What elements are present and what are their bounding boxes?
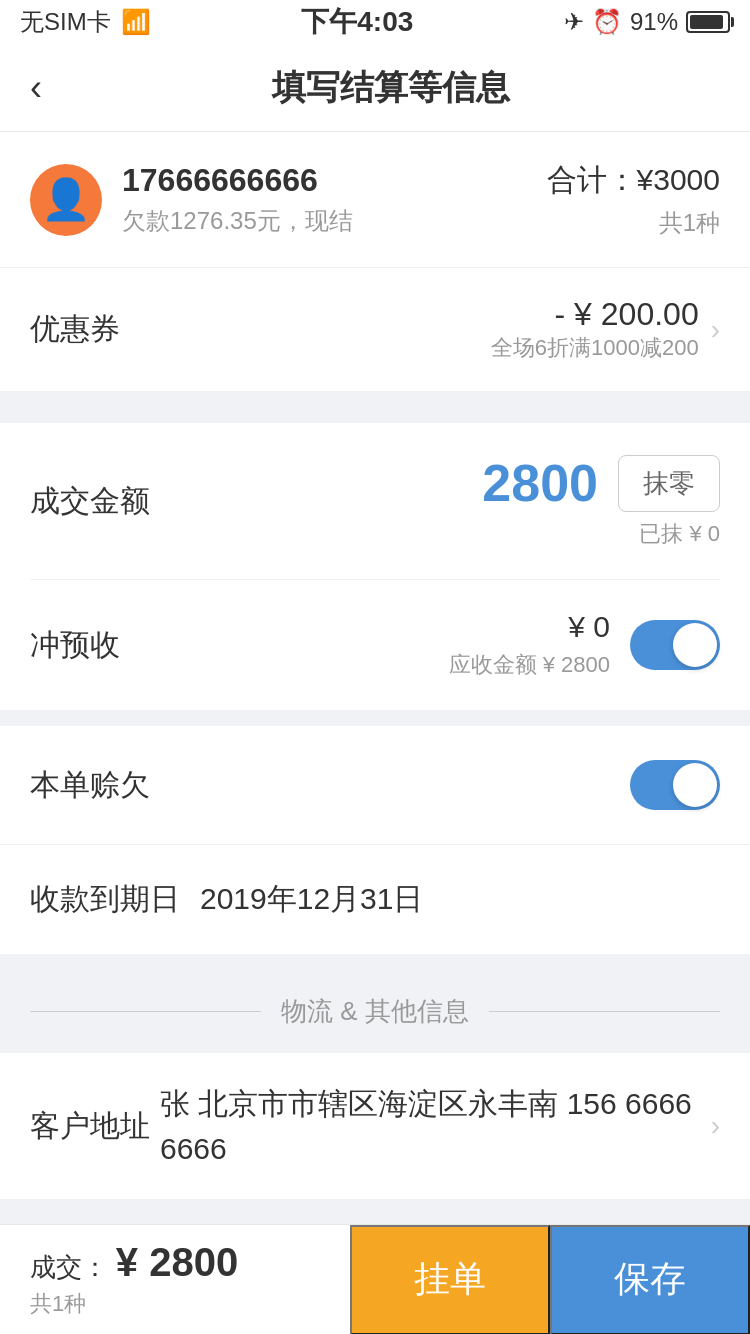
address-value: 张 北京市市辖区海淀区永丰南 156 6666 6666 — [160, 1081, 711, 1171]
coupon-label: 优惠券 — [30, 309, 120, 350]
deal-amount-label: 成交金额 — [30, 481, 150, 522]
battery-label: 91% — [630, 8, 678, 36]
location-icon: ✈ — [564, 8, 584, 36]
amount-section: 成交金额 2800 抹零 已抹 ¥ 0 冲预收 ¥ 0 应收金额 ¥ 2800 — [0, 423, 750, 710]
avatar: 👤 — [30, 164, 102, 236]
customer-debt: 欠款1276.35元，现结 — [122, 205, 547, 237]
prepay-sub: 应收金额 ¥ 2800 — [449, 650, 610, 680]
bottom-deal-label: 成交： — [30, 1252, 108, 1282]
address-row[interactable]: 客户地址 张 北京市市辖区海淀区永丰南 156 6666 6666 › — [0, 1053, 750, 1199]
debt-label: 本单赊欠 — [30, 765, 150, 806]
prepay-row: 冲预收 ¥ 0 应收金额 ¥ 2800 — [30, 580, 720, 710]
coupon-detail: 全场6折满1000减200 — [491, 333, 699, 363]
status-right: ✈ ⏰ 91% — [564, 8, 730, 36]
duedate-value: 2019年12月31日 — [200, 879, 423, 920]
debt-toggle-knob — [673, 763, 717, 807]
prepay-label: 冲预收 — [30, 625, 120, 666]
chevron-right-icon: › — [711, 314, 720, 346]
toggle-knob — [673, 623, 717, 667]
bottom-summary: 成交： ¥ 2800 共1种 — [0, 1240, 350, 1319]
logistics-divider: 物流 & 其他信息 — [0, 970, 750, 1053]
section-divider-2 — [0, 710, 750, 726]
debt-toggle[interactable] — [630, 760, 720, 810]
customer-section: 👤 17666666666 欠款1276.35元，现结 合计：¥3000 共1种… — [0, 132, 750, 391]
avatar-icon: 👤 — [41, 176, 91, 223]
nav-bar: ‹ 填写结算等信息 — [0, 44, 750, 132]
battery-icon — [686, 11, 730, 33]
address-label: 客户地址 — [30, 1106, 160, 1147]
back-button[interactable]: ‹ — [30, 67, 42, 109]
bottom-deal-line: 成交： ¥ 2800 — [30, 1240, 320, 1285]
logistics-divider-text: 物流 & 其他信息 — [281, 994, 469, 1029]
duedate-label: 收款到期日 — [30, 879, 180, 920]
carrier-label: 无SIM卡 — [20, 6, 111, 38]
bottom-amount: ¥ 2800 — [116, 1240, 238, 1284]
customer-row: 👤 17666666666 欠款1276.35元，现结 合计：¥3000 共1种 — [0, 132, 750, 267]
bottom-bar: 成交： ¥ 2800 共1种 挂单 保存 — [0, 1224, 750, 1334]
customer-info: 17666666666 欠款1276.35元，现结 — [122, 162, 547, 237]
prepay-amount: ¥ 0 — [449, 610, 610, 644]
customer-total: 合计：¥3000 共1种 — [547, 160, 720, 239]
customer-phone: 17666666666 — [122, 162, 547, 199]
prepay-amount-block: ¥ 0 应收金额 ¥ 2800 — [449, 610, 610, 680]
section-divider-1 — [0, 407, 750, 423]
debt-row: 本单赊欠 — [0, 726, 750, 844]
coupon-right: - ¥ 200.00 全场6折满1000减200 › — [491, 296, 720, 363]
coupon-row[interactable]: 优惠券 - ¥ 200.00 全场6折满1000减200 › — [0, 267, 750, 391]
divider-line-left — [30, 1011, 261, 1012]
duedate-row: 收款到期日 2019年12月31日 — [0, 844, 750, 954]
hang-sale-button[interactable]: 挂单 — [350, 1225, 550, 1335]
erased-sub: 已抹 ¥ 0 — [639, 519, 720, 549]
wifi-icon: 📶 — [121, 8, 151, 36]
divider-line-right — [489, 1011, 720, 1012]
address-chevron-icon: › — [711, 1110, 720, 1142]
status-bar: 无SIM卡 📶 下午4:03 ✈ ⏰ 91% — [0, 0, 750, 44]
coupon-discount: - ¥ 200.00 — [491, 296, 699, 333]
prepay-toggle[interactable] — [630, 620, 720, 670]
erase-button[interactable]: 抹零 — [618, 455, 720, 512]
deal-amount-value: 2800 — [482, 453, 598, 513]
total-amount: 合计：¥3000 — [547, 160, 720, 201]
alarm-icon: ⏰ — [592, 8, 622, 36]
bottom-count: 共1种 — [30, 1289, 320, 1319]
status-left: 无SIM卡 📶 — [20, 6, 151, 38]
deal-amount-controls: 2800 抹零 — [482, 453, 720, 513]
page-title: 填写结算等信息 — [62, 65, 720, 111]
status-time: 下午4:03 — [301, 3, 413, 41]
deal-amount-row: 成交金额 2800 抹零 已抹 ¥ 0 — [30, 423, 720, 580]
save-button[interactable]: 保存 — [550, 1225, 750, 1335]
prepay-right: ¥ 0 应收金额 ¥ 2800 — [449, 610, 720, 680]
debt-section: 本单赊欠 收款到期日 2019年12月31日 — [0, 726, 750, 954]
total-count: 共1种 — [547, 207, 720, 239]
